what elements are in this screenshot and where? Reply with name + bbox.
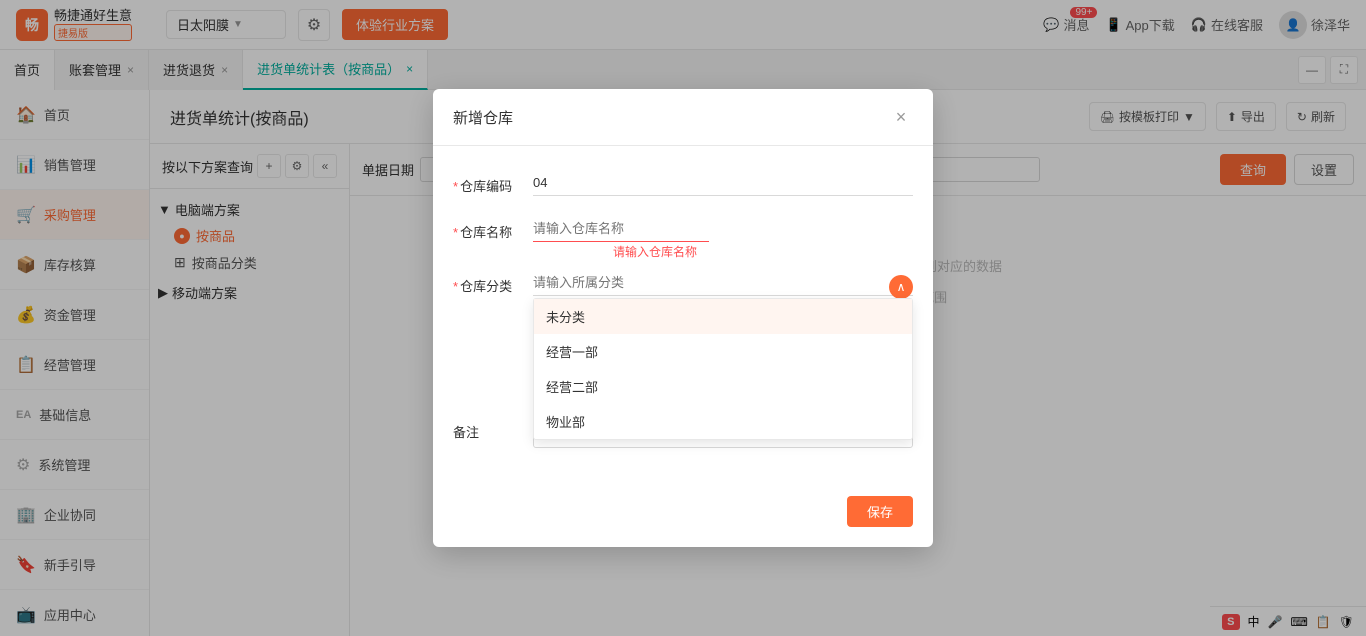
code-input[interactable] — [533, 170, 913, 196]
code-label: 仓库编码 — [453, 170, 533, 195]
notes-label: 备注 — [453, 416, 533, 441]
category-field-row: 仓库分类 ∧ 未分类 经营一部 经营二部 物业部 — [453, 270, 913, 296]
modal-close-button[interactable]: × — [889, 105, 913, 129]
dropdown-item-ops1[interactable]: 经营一部 — [534, 334, 912, 369]
name-field-row: 仓库名称 请输入仓库名称 — [453, 216, 913, 242]
modal-overlay[interactable]: 新增仓库 × 仓库编码 仓库名称 请输入仓库名称 仓库分类 — [0, 0, 1366, 636]
category-dropdown: 未分类 经营一部 经营二部 物业部 — [533, 298, 913, 440]
modal-footer: 保存 — [433, 484, 933, 547]
name-error-message: 请输入仓库名称 — [613, 243, 697, 260]
dropdown-item-uncategorized[interactable]: 未分类 — [534, 299, 912, 334]
modal-title: 新增仓库 — [453, 107, 513, 128]
category-label: 仓库分类 — [453, 270, 533, 295]
category-select-wrapper: ∧ 未分类 经营一部 经营二部 物业部 — [533, 270, 913, 296]
dropdown-item-ops2[interactable]: 经营二部 — [534, 369, 912, 404]
category-input[interactable] — [533, 270, 913, 296]
modal-header: 新增仓库 × — [433, 89, 933, 146]
modal-body: 仓库编码 仓库名称 请输入仓库名称 仓库分类 ∧ 未分类 — [433, 146, 933, 484]
save-button[interactable]: 保存 — [847, 496, 913, 527]
name-field-wrapper: 请输入仓库名称 — [533, 216, 913, 242]
name-input[interactable] — [533, 216, 709, 242]
add-warehouse-modal: 新增仓库 × 仓库编码 仓库名称 请输入仓库名称 仓库分类 — [433, 89, 933, 547]
name-label: 仓库名称 — [453, 216, 533, 241]
dropdown-item-property[interactable]: 物业部 — [534, 404, 912, 439]
category-toggle-button[interactable]: ∧ — [889, 275, 913, 299]
code-field-row: 仓库编码 — [453, 170, 913, 196]
